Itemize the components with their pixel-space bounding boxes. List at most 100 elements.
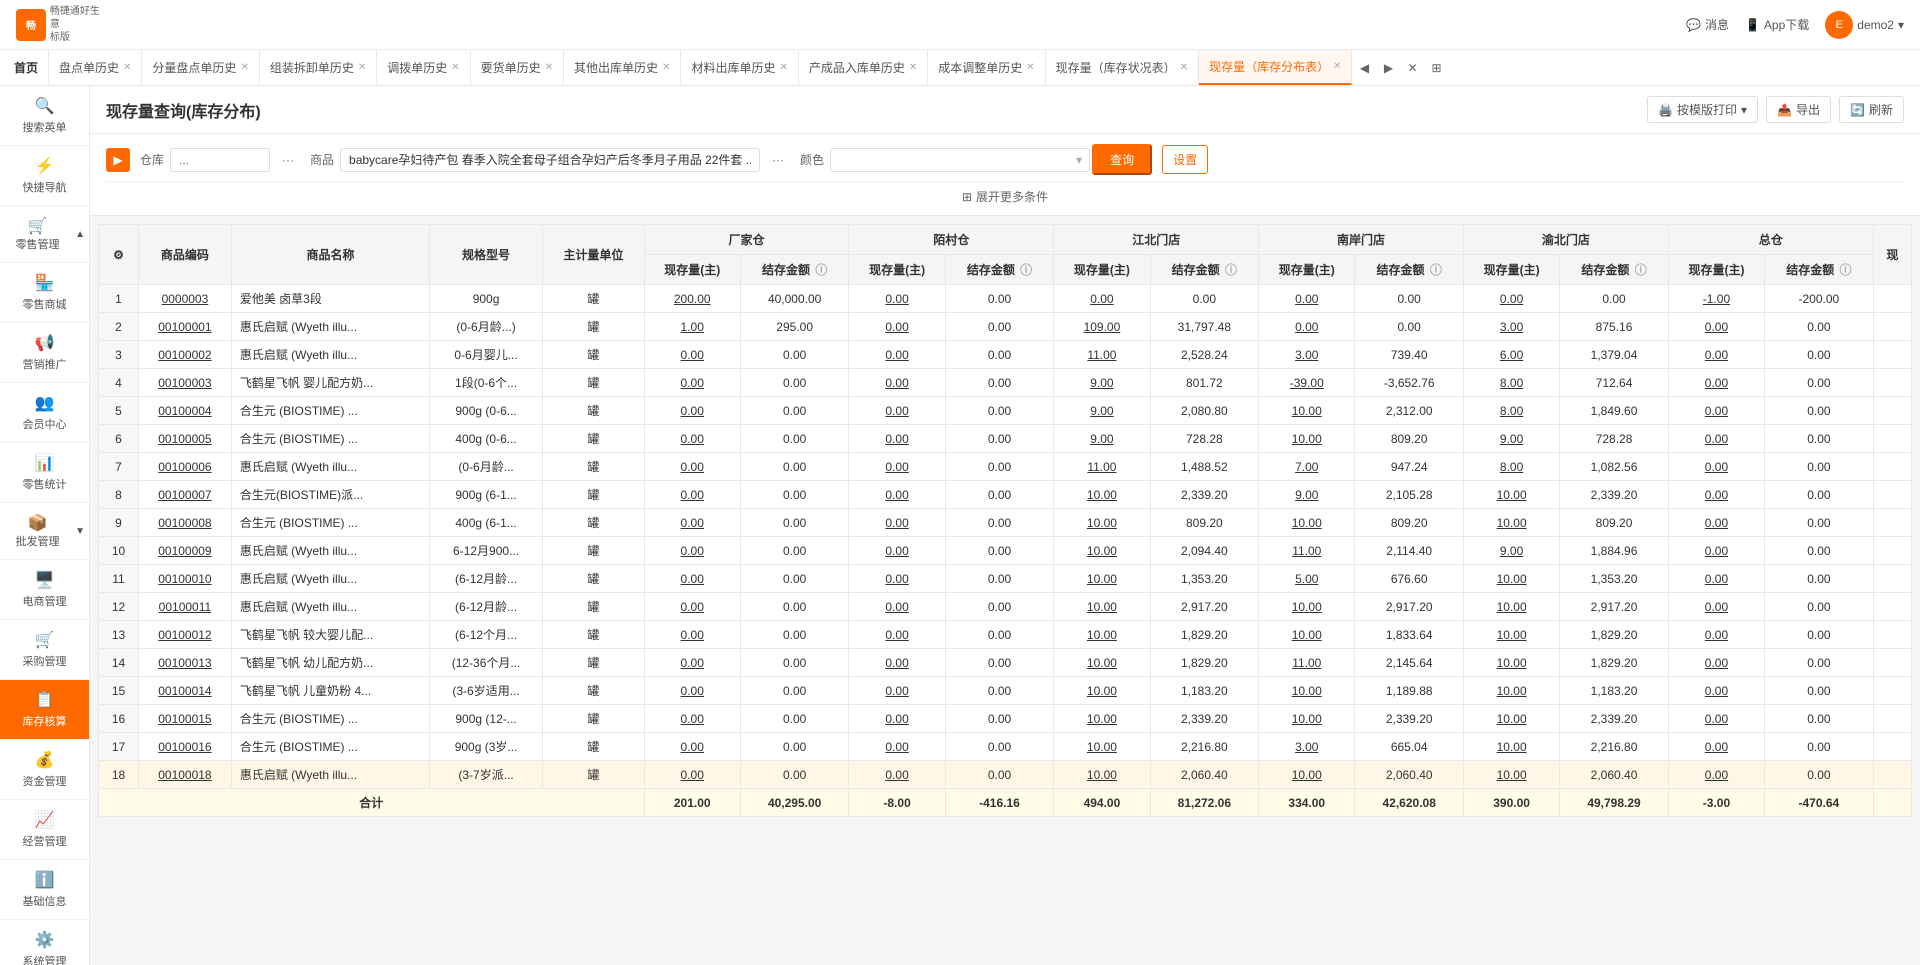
message-btn[interactable]: 💬 消息 xyxy=(1686,16,1729,33)
col-settings[interactable]: ⚙ xyxy=(99,225,139,285)
sidebar-item-shortcuts[interactable]: ⚡ 快捷导航 xyxy=(0,146,89,206)
tab-next-btn[interactable]: ▶ xyxy=(1376,56,1400,80)
row-spec: 900g (6-1... xyxy=(430,481,543,509)
close-icon[interactable]: ✕ xyxy=(1180,62,1188,73)
col-zongcang-current: 现存量(主) xyxy=(1668,255,1764,285)
row-extra xyxy=(1873,537,1911,565)
tab-diaobo[interactable]: 调拨单历史 ✕ xyxy=(377,50,470,85)
warehouse-dots-btn[interactable]: ··· xyxy=(276,151,300,169)
row-nanan-current: 5.00 xyxy=(1259,565,1355,593)
refresh-btn[interactable]: 🔄 刷新 xyxy=(1839,96,1904,123)
sidebar-item-retail-stats[interactable]: 📊 零售统计 xyxy=(0,443,89,503)
row-mucun-current: 0.00 xyxy=(849,425,945,453)
export-btn[interactable]: 📤 导出 xyxy=(1766,96,1831,123)
logo-area: 畅 畅捷通好生意 标版 xyxy=(16,5,106,44)
tab-chanpin-ruku[interactable]: 产成品入库单历史 ✕ xyxy=(799,50,928,85)
sidebar-item-purchase[interactable]: 🛒 采购管理 xyxy=(0,620,89,680)
sidebar-item-search[interactable]: 🔍 搜索英单 xyxy=(0,86,89,146)
tab-yaohuo[interactable]: 要货单历史 ✕ xyxy=(471,50,564,85)
col-nanan-current: 现存量(主) xyxy=(1259,255,1355,285)
stats-icon: 📊 xyxy=(35,453,55,473)
query-btn[interactable]: 查询 xyxy=(1092,144,1152,175)
tab-expand-btn[interactable]: ⊞ xyxy=(1424,56,1448,80)
row-mucun-balance: 0.00 xyxy=(945,481,1054,509)
close-icon[interactable]: ✕ xyxy=(123,62,131,73)
table-row: 17 00100016 合生元 (BIOSTIME) ... 900g (3岁.… xyxy=(99,733,1912,761)
sidebar-item-finance[interactable]: 💰 资金管理 xyxy=(0,740,89,800)
tab-prev-btn[interactable]: ◀ xyxy=(1352,56,1376,80)
tab-fenpandian[interactable]: 分量盘点单历史 ✕ xyxy=(142,50,259,85)
print-icon: 🖨️ xyxy=(1658,103,1673,117)
row-code: 00100013 xyxy=(139,649,232,677)
row-unit: 罐 xyxy=(543,649,645,677)
table-container[interactable]: ⚙ 商品编码 商品名称 规格型号 主计量单位 厂家仓 陌村仓 江北门店 南岸门店… xyxy=(90,216,1920,965)
tab-home[interactable]: 首页 xyxy=(4,50,49,85)
sidebar-item-retail[interactable]: 🛒 零售管理 ▲ xyxy=(0,206,89,263)
tab-xiancunliang-fenbubiao[interactable]: 现存量（库存分布表）✕ xyxy=(1199,50,1352,85)
tab-chengben[interactable]: 成本调整单历史 ✕ xyxy=(928,50,1045,85)
summary-nanan-current: 334.00 xyxy=(1259,789,1355,817)
tab-close-all-btn[interactable]: ✕ xyxy=(1400,56,1424,80)
row-code: 00100011 xyxy=(139,593,232,621)
expand-conditions-btn[interactable]: ⊞ 展开更多条件 xyxy=(962,188,1048,205)
row-mucun-current: 0.00 xyxy=(849,453,945,481)
close-icon[interactable]: ✕ xyxy=(779,62,787,73)
sidebar-item-ecommerce[interactable]: 🖥️ 电商管理 xyxy=(0,560,89,620)
close-icon[interactable]: ✕ xyxy=(240,62,248,73)
close-icon[interactable]: ✕ xyxy=(545,62,553,73)
sidebar-item-system[interactable]: ⚙️ 系统管理 xyxy=(0,920,89,965)
sidebar-item-inventory[interactable]: 📋 库存核算 xyxy=(0,680,89,740)
color-filter: 颜色 ▾ xyxy=(800,148,1082,172)
ecommerce-icon: 🖥️ xyxy=(35,570,55,590)
row-zongcang-current: 0.00 xyxy=(1668,677,1764,705)
user-menu[interactable]: E demo2 ▾ xyxy=(1825,11,1904,39)
tab-qita-chuku[interactable]: 其他出库单历史 ✕ xyxy=(564,50,681,85)
warehouse-input[interactable] xyxy=(170,148,270,172)
close-icon[interactable]: ✕ xyxy=(909,62,917,73)
row-nanan-balance: 947.24 xyxy=(1355,453,1464,481)
row-mucun-current: 0.00 xyxy=(849,397,945,425)
table-row: 2 00100001 惠氏启赋 (Wyeth illu... (0-6月龄...… xyxy=(99,313,1912,341)
row-spec: (0-6月龄... xyxy=(430,453,543,481)
close-icon[interactable]: ✕ xyxy=(1026,62,1034,73)
table-row: 14 00100013 飞鹤星飞帆 幼儿配方奶... (12-36个月... 罐… xyxy=(99,649,1912,677)
sidebar-item-members[interactable]: 👥 会员中心 xyxy=(0,383,89,443)
row-name: 合生元 (BIOSTIME) ... xyxy=(231,425,429,453)
row-yubei-balance: 0.00 xyxy=(1560,285,1669,313)
sidebar-item-mall[interactable]: 🏪 零售商城 xyxy=(0,263,89,323)
tab-pandian[interactable]: 盘点单历史 ✕ xyxy=(49,50,142,85)
tab-cailiao-chuku[interactable]: 材料出库单历史 ✕ xyxy=(681,50,798,85)
color-input[interactable] xyxy=(830,148,1090,172)
product-input[interactable] xyxy=(340,148,760,172)
summary-yubei-balance: 49,798.29 xyxy=(1560,789,1669,817)
row-changjiacao-balance: 0.00 xyxy=(740,677,849,705)
row-mucun-balance: 0.00 xyxy=(945,397,1054,425)
close-icon[interactable]: ✕ xyxy=(451,62,459,73)
sidebar-item-basic-info[interactable]: ℹ️ 基础信息 xyxy=(0,860,89,920)
tab-xiancunliang-kuangkuang[interactable]: 现存量（库存状况表）✕ xyxy=(1046,50,1199,85)
row-zongcang-current: 0.00 xyxy=(1668,341,1764,369)
sidebar-item-business[interactable]: 📈 经营管理 xyxy=(0,800,89,860)
sidebar-item-wholesale[interactable]: 📦 批发管理 ▼ xyxy=(0,503,89,560)
sidebar-item-marketing[interactable]: 📢 营销推广 xyxy=(0,323,89,383)
content-area: 现存量查询(库存分布) 🖨️ 按模版打印 ▾ 📤 导出 🔄 刷新 xyxy=(90,86,1920,965)
row-nanan-balance: -3,652.76 xyxy=(1355,369,1464,397)
row-zongcang-balance: 0.00 xyxy=(1765,341,1874,369)
business-icon: 📈 xyxy=(35,810,55,830)
app-download-btn[interactable]: 📱 App下载 xyxy=(1745,16,1809,33)
row-extra xyxy=(1873,313,1911,341)
close-icon[interactable]: ✕ xyxy=(1333,61,1341,72)
settings-btn[interactable]: 设置 xyxy=(1162,145,1208,174)
export-icon: 📤 xyxy=(1777,103,1792,117)
product-dots-btn[interactable]: ··· xyxy=(766,151,790,169)
row-yubei-current: 6.00 xyxy=(1463,341,1559,369)
row-zongcang-balance: 0.00 xyxy=(1765,397,1874,425)
row-mucun-current: 0.00 xyxy=(849,509,945,537)
close-icon[interactable]: ✕ xyxy=(358,62,366,73)
expand-toggle-btn[interactable]: ▶ xyxy=(106,148,130,172)
close-icon[interactable]: ✕ xyxy=(662,62,670,73)
row-spec: 6-12月900... xyxy=(430,537,543,565)
print-btn[interactable]: 🖨️ 按模版打印 ▾ xyxy=(1647,96,1758,123)
tab-zuzhechaixie[interactable]: 组装拆卸单历史 ✕ xyxy=(260,50,377,85)
row-zongcang-balance: 0.00 xyxy=(1765,621,1874,649)
